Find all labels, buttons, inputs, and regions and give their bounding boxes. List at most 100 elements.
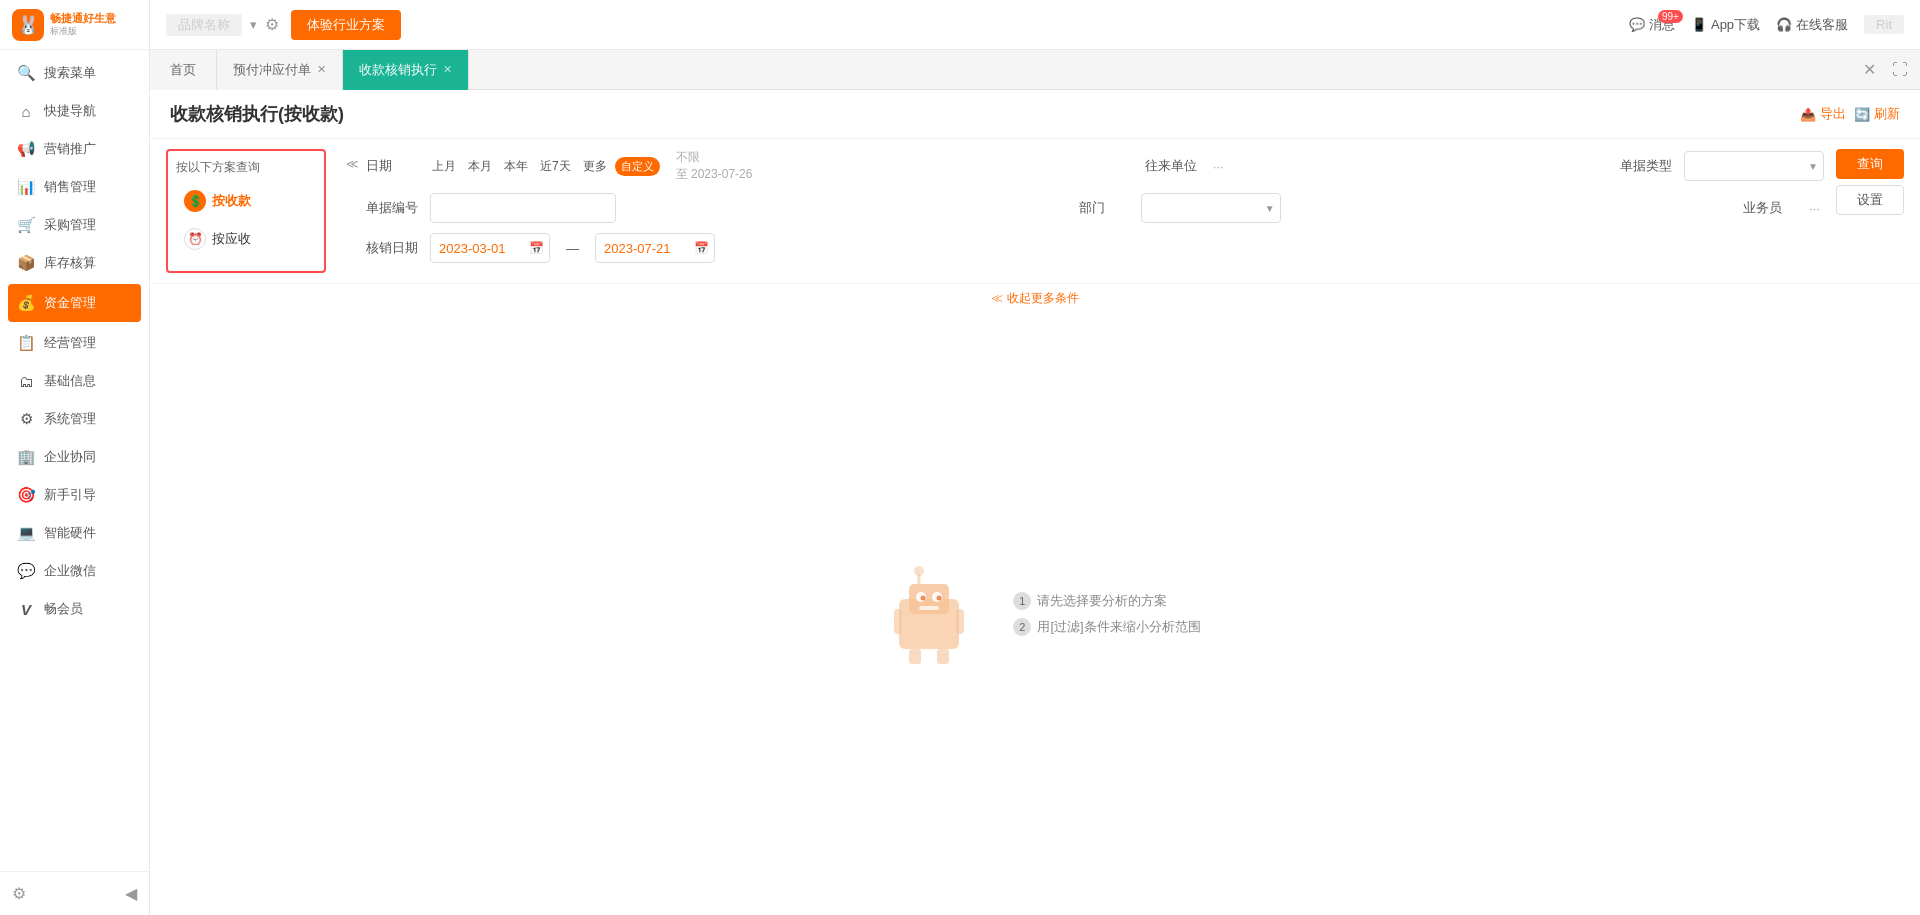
counterparty-label: 往来单位 <box>1145 157 1197 175</box>
sidebar-item-member[interactable]: V 畅会员 <box>0 590 149 628</box>
query-button[interactable]: 查询 <box>1836 149 1904 179</box>
sidebar-logo: 🐰 畅捷通好生意 标准版 <box>0 0 149 50</box>
svg-point-5 <box>937 596 942 601</box>
filter-row-2: 单据编号 部门 ▼ 业务员 ··· <box>366 193 1824 223</box>
refresh-icon: 🔄 <box>1854 107 1870 122</box>
system-icon: ⚙ <box>16 410 36 428</box>
tab-close-window-button[interactable]: ✕ <box>1859 56 1880 83</box>
sidebar-item-operation[interactable]: 📋 经营管理 <box>0 324 149 362</box>
tab-close-icon[interactable]: ✕ <box>317 63 326 76</box>
main-content: 品牌名称 ▾ ⚙ 体验行业方案 💬 消息 99+ 📱 App下载 🎧 在线客服 … <box>150 0 1920 915</box>
date-btn-last-month[interactable]: 上月 <box>428 156 460 177</box>
sidebar-item-label: 系统管理 <box>44 410 96 428</box>
topbar-right: 💬 消息 99+ 📱 App下载 🎧 在线客服 Rit <box>1629 15 1904 34</box>
svg-rect-6 <box>919 606 939 610</box>
service-label: 在线客服 <box>1796 16 1848 34</box>
verify-date-label: 核销日期 <box>366 239 418 257</box>
sidebar-item-label: 智能硬件 <box>44 524 96 542</box>
date-btn-this-year[interactable]: 本年 <box>500 156 532 177</box>
wechat-icon: 💬 <box>16 562 36 580</box>
hardware-icon: 💻 <box>16 524 36 542</box>
doc-no-input[interactable] <box>430 193 616 223</box>
sidebar-item-search[interactable]: 🔍 搜索菜单 <box>0 54 149 92</box>
topbar-gear-icon[interactable]: ⚙ <box>265 15 279 34</box>
tab-prepay-label: 预付冲应付单 <box>233 61 311 79</box>
purchase-icon: 🛒 <box>16 216 36 234</box>
sidebar-item-purchase[interactable]: 🛒 采购管理 <box>0 206 149 244</box>
dropdown-arrow-icon[interactable]: ▾ <box>250 17 257 32</box>
sidebar-item-system[interactable]: ⚙ 系统管理 <box>0 400 149 438</box>
export-icon: 📤 <box>1800 107 1816 122</box>
marketing-icon: 📢 <box>16 140 36 158</box>
verify-date-from-cal-icon[interactable]: 📅 <box>529 241 544 255</box>
dept-select[interactable] <box>1141 193 1281 223</box>
page-area: 收款核销执行(按收款) 📤 导出 🔄 刷新 按以下方案查询 💲 <box>150 90 1920 915</box>
basic-icon: 🗂 <box>16 373 36 390</box>
filter-row-3: 核销日期 📅 — 📅 <box>366 233 1824 263</box>
svg-point-4 <box>921 596 926 601</box>
solution-button[interactable]: 体验行业方案 <box>291 10 401 40</box>
collapse-more-button[interactable]: ≪ 收起更多条件 <box>150 283 1920 313</box>
filter-row-1: 日期 上月 本月 本年 近7天 更多 自定义 不限 至 2023-07-26 <box>366 149 1824 183</box>
verify-date-to-cal-icon[interactable]: 📅 <box>694 241 709 255</box>
app-download-button[interactable]: 📱 App下载 <box>1691 16 1760 34</box>
filter-form: 日期 上月 本月 本年 近7天 更多 自定义 不限 至 2023-07-26 <box>366 149 1824 273</box>
refresh-button[interactable]: 🔄 刷新 <box>1854 105 1900 123</box>
sidebar-item-hardware[interactable]: 💻 智能硬件 <box>0 514 149 552</box>
sidebar-item-finance[interactable]: 💰 资金管理 <box>8 284 141 322</box>
date-btn-custom[interactable]: 自定义 <box>615 157 660 176</box>
empty-tip-1-text: 请先选择要分析的方案 <box>1037 592 1167 610</box>
export-label: 导出 <box>1820 105 1846 123</box>
member-icon: V <box>16 601 36 618</box>
export-button[interactable]: 📤 导出 <box>1800 105 1846 123</box>
date-no-limit: 不限 <box>676 149 753 166</box>
query-type-by-receipt[interactable]: 💲 按收款 <box>176 184 316 218</box>
collapse-sidebar-icon[interactable]: ◀ <box>125 884 137 903</box>
doc-type-select-wrapper: ▼ <box>1684 151 1824 181</box>
sidebar-item-inventory[interactable]: 📦 库存核算 <box>0 244 149 282</box>
doc-no-label: 单据编号 <box>366 199 418 217</box>
tab-home[interactable]: 首页 <box>150 50 217 90</box>
staff-dots: ··· <box>1805 201 1824 216</box>
collapse-button[interactable]: ≪ <box>346 149 366 273</box>
page-header: 收款核销执行(按收款) 📤 导出 🔄 刷新 <box>150 90 1920 139</box>
doc-type-select[interactable] <box>1684 151 1824 181</box>
topbar-brand: 品牌名称 <box>166 14 242 36</box>
sidebar-item-label: 资金管理 <box>44 294 96 312</box>
date-btn-more[interactable]: 更多 <box>579 156 611 177</box>
tab-close-active-icon[interactable]: ✕ <box>443 63 452 76</box>
sidebar-item-guide[interactable]: 🎯 新手引导 <box>0 476 149 514</box>
sidebar-item-label: 畅会员 <box>44 600 83 618</box>
online-service-button[interactable]: 🎧 在线客服 <box>1776 16 1848 34</box>
date-btn-this-month[interactable]: 本月 <box>464 156 496 177</box>
receipt-icon: 💲 <box>184 190 206 212</box>
topbar-left: 品牌名称 ▾ ⚙ 体验行业方案 <box>166 10 1629 40</box>
query-type-by-receivable[interactable]: ⏰ 按应收 <box>176 222 316 256</box>
sidebar-item-label: 销售管理 <box>44 178 96 196</box>
app-label: App下载 <box>1711 16 1760 34</box>
sidebar-item-shortcut[interactable]: ⌂ 快捷导航 <box>0 92 149 130</box>
svg-rect-8 <box>956 609 964 634</box>
sidebar-item-basic[interactable]: 🗂 基础信息 <box>0 362 149 400</box>
refresh-label: 刷新 <box>1874 105 1900 123</box>
date-label: 日期 <box>366 157 416 175</box>
sidebar-item-wechat[interactable]: 💬 企业微信 <box>0 552 149 590</box>
sidebar-item-sales[interactable]: 📊 销售管理 <box>0 168 149 206</box>
settings-button[interactable]: 设置 <box>1836 185 1904 215</box>
tab-expand-button[interactable]: ⛶ <box>1888 57 1912 83</box>
settings-icon[interactable]: ⚙ <box>12 884 26 903</box>
logo-sub: 标准版 <box>50 25 116 38</box>
message-button[interactable]: 💬 消息 99+ <box>1629 16 1675 34</box>
date-btn-7days[interactable]: 近7天 <box>536 156 575 177</box>
empty-illustration <box>869 554 989 674</box>
svg-rect-7 <box>894 609 902 634</box>
tab-prepay[interactable]: 预付冲应付单 ✕ <box>217 50 343 90</box>
filter-dash: — <box>562 241 583 256</box>
sidebar-item-marketing[interactable]: 📢 营销推广 <box>0 130 149 168</box>
user-info[interactable]: Rit <box>1864 15 1904 34</box>
sidebar-item-corp[interactable]: 🏢 企业协同 <box>0 438 149 476</box>
tab-collect[interactable]: 收款核销执行 ✕ <box>343 50 469 90</box>
dept-select-wrapper: ▼ <box>1141 193 1281 223</box>
tabbar-right: ✕ ⛶ <box>1859 56 1920 83</box>
sales-icon: 📊 <box>16 178 36 196</box>
